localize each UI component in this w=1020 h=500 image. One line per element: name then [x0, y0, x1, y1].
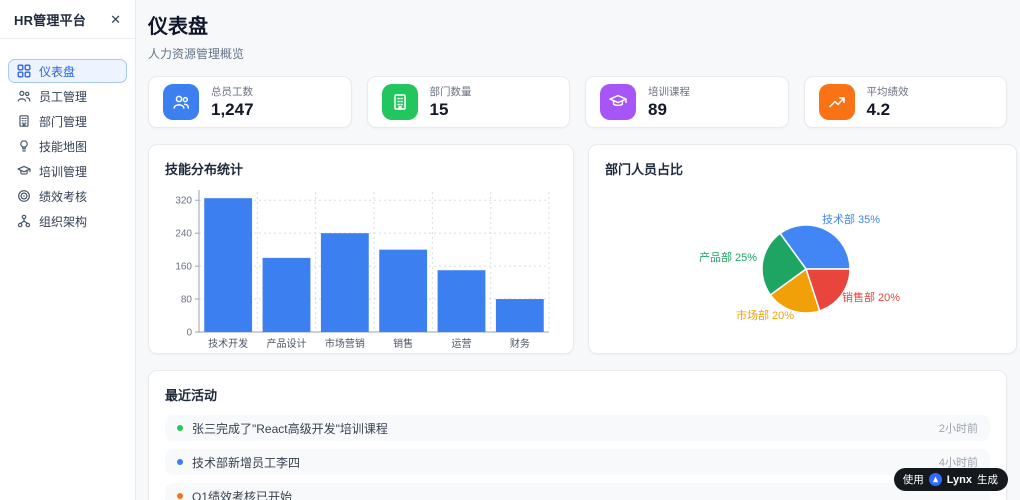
stat-label: 总员工数 — [211, 86, 253, 98]
sidebar-nav: 仪表盘 员工管理 部门管理 技能地图 培训管理 绩效考核 组织架构 — [0, 39, 135, 233]
stat-content: 培训课程 89 — [648, 84, 690, 120]
stat-label: 培训课程 — [648, 86, 690, 98]
activity-text: 张三完成了"React高级开发"培训课程 — [192, 421, 388, 436]
stat-label: 部门数量 — [429, 86, 472, 98]
stat-value: 15 — [429, 100, 449, 119]
activity-row: 技术部新增员工李四 4小时前 — [165, 449, 990, 475]
bar-chart-title: 技能分布统计 — [165, 162, 244, 177]
badge-prefix: 使用 — [902, 474, 924, 486]
sidebar-item-label: 培训管理 — [39, 164, 88, 179]
svg-text:市场营销: 市场营销 — [325, 337, 365, 350]
activity-title: 最近活动 — [165, 388, 218, 403]
stat-content: 部门数量 15 — [430, 84, 472, 120]
status-dot — [177, 459, 183, 465]
activity-time: 2小时前 — [938, 423, 978, 435]
sidebar-item-label: 组织架构 — [39, 214, 88, 229]
lynx-logo-icon — [928, 473, 942, 486]
stat-card-avg-performance: 平均绩效 4.2 — [803, 76, 1007, 128]
sidebar-item-performance[interactable]: 绩效考核 — [8, 184, 127, 208]
stat-card-total-employees: 总员工数 1,247 — [148, 76, 352, 128]
stat-value: 89 — [648, 100, 667, 119]
sidebar-header: HR管理平台 ✕ — [0, 0, 135, 39]
dashboard-grid-icon — [17, 64, 31, 78]
svg-text:80: 80 — [181, 295, 193, 306]
pie-chart-title: 部门人员占比 — [605, 162, 684, 177]
stat-label: 平均绩效 — [866, 86, 909, 98]
svg-text:320: 320 — [175, 196, 192, 207]
badge-suffix: 生成 — [977, 474, 998, 486]
sidebar-item-label: 仪表盘 — [39, 64, 76, 79]
activity-text: 技术部新增员工李四 — [192, 455, 301, 470]
svg-text:销售: 销售 — [393, 337, 413, 350]
page-subtitle: 人力资源管理概览 — [148, 47, 245, 61]
activity-row: 张三完成了"React高级开发"培训课程 2小时前 — [165, 415, 990, 441]
sidebar-item-org[interactable]: 组织架构 — [8, 209, 127, 233]
sidebar: HR管理平台 ✕ 仪表盘 员工管理 部门管理 技能地图 培训管理 绩效考核 组织… — [0, 0, 136, 500]
stat-card-training-courses: 培训课程 89 — [585, 76, 789, 128]
stat-value: 1,247 — [211, 100, 254, 119]
svg-text:产品设计: 产品设计 — [267, 337, 307, 350]
sidebar-item-label: 部门管理 — [39, 114, 88, 129]
sidebar-item-dashboard[interactable]: 仪表盘 — [8, 59, 127, 83]
status-dot — [177, 493, 183, 499]
svg-text:0: 0 — [186, 328, 192, 339]
graduation-cap-icon — [17, 164, 31, 178]
badge-brand: Lynx — [946, 473, 972, 486]
main-content: 仪表盘 人力资源管理概览 总员工数 1,247 部门数量 15 培训课程 89 … — [136, 0, 1020, 500]
sidebar-item-label: 技能地图 — [39, 139, 88, 154]
department-pie-chart: 技术部 35% 销售部 20% 市场部 20% 产品部 25% — [699, 212, 900, 322]
page-title: 仪表盘 — [148, 16, 208, 38]
building-icon — [381, 84, 418, 120]
app-title: HR管理平台 — [14, 13, 86, 28]
stat-content: 总员工数 1,247 — [211, 84, 254, 120]
stat-content: 平均绩效 4.2 — [867, 84, 909, 120]
activity-text: Q1绩效考核已开始 — [192, 489, 293, 500]
graduation-cap-icon — [600, 84, 636, 120]
svg-text:技术部 35%: 技术部 35% — [822, 212, 880, 226]
people-icon — [163, 84, 199, 120]
department-share-card: 部门人员占比 技术部 35% 销售部 20% 市场部 20% 产品部 25% — [588, 144, 1017, 354]
sidebar-item-training[interactable]: 培训管理 — [8, 159, 127, 183]
sidebar-item-label: 员工管理 — [39, 89, 88, 104]
sidebar-item-skills[interactable]: 技能地图 — [8, 134, 127, 158]
recent-activity-card: 最近活动 张三完成了"React高级开发"培训课程 2小时前 技术部新增员工李四… — [148, 370, 1007, 500]
people-icon — [17, 89, 31, 103]
charts-row: 技能分布统计 0 80 160 240 320 技术开发 产品设计 市场营销 销售 运营 财务 部门… — [148, 144, 1017, 354]
svg-text:产品部 25%: 产品部 25% — [699, 250, 757, 264]
lynx-badge[interactable]: 使用 Lynx 生成 — [893, 468, 1008, 491]
svg-text:240: 240 — [175, 229, 192, 240]
skill-bar-chart: 0 80 160 240 320 技术开发 产品设计 市场营销 销售 运营 财务 — [175, 190, 550, 350]
target-icon — [17, 189, 31, 203]
status-dot — [177, 425, 183, 431]
svg-text:运营: 运营 — [452, 337, 472, 350]
stats-row: 总员工数 1,247 部门数量 15 培训课程 89 平均绩效 4.2 — [148, 76, 1007, 128]
svg-text:销售部 20%: 销售部 20% — [842, 290, 900, 304]
svg-text:技术开发: 技术开发 — [208, 337, 248, 350]
lightbulb-icon — [17, 139, 31, 153]
building-icon — [17, 114, 31, 128]
skill-distribution-card: 技能分布统计 0 80 160 240 320 技术开发 产品设计 市场营销 销售 运营 财务 — [148, 144, 574, 354]
org-nodes-icon — [17, 214, 31, 228]
stat-value: 4.2 — [866, 100, 891, 119]
svg-text:市场部 20%: 市场部 20% — [736, 308, 794, 322]
svg-text:财务: 财务 — [510, 337, 530, 350]
sidebar-item-departments[interactable]: 部门管理 — [8, 109, 127, 133]
activity-row: Q1绩效考核已开始 — [165, 483, 990, 500]
sidebar-item-label: 绩效考核 — [39, 189, 88, 204]
close-icon[interactable]: ✕ — [108, 11, 123, 28]
sidebar-item-employees[interactable]: 员工管理 — [8, 84, 127, 108]
trending-up-icon — [818, 84, 855, 120]
stat-card-departments: 部门数量 15 — [366, 76, 570, 128]
svg-text:160: 160 — [175, 262, 192, 273]
